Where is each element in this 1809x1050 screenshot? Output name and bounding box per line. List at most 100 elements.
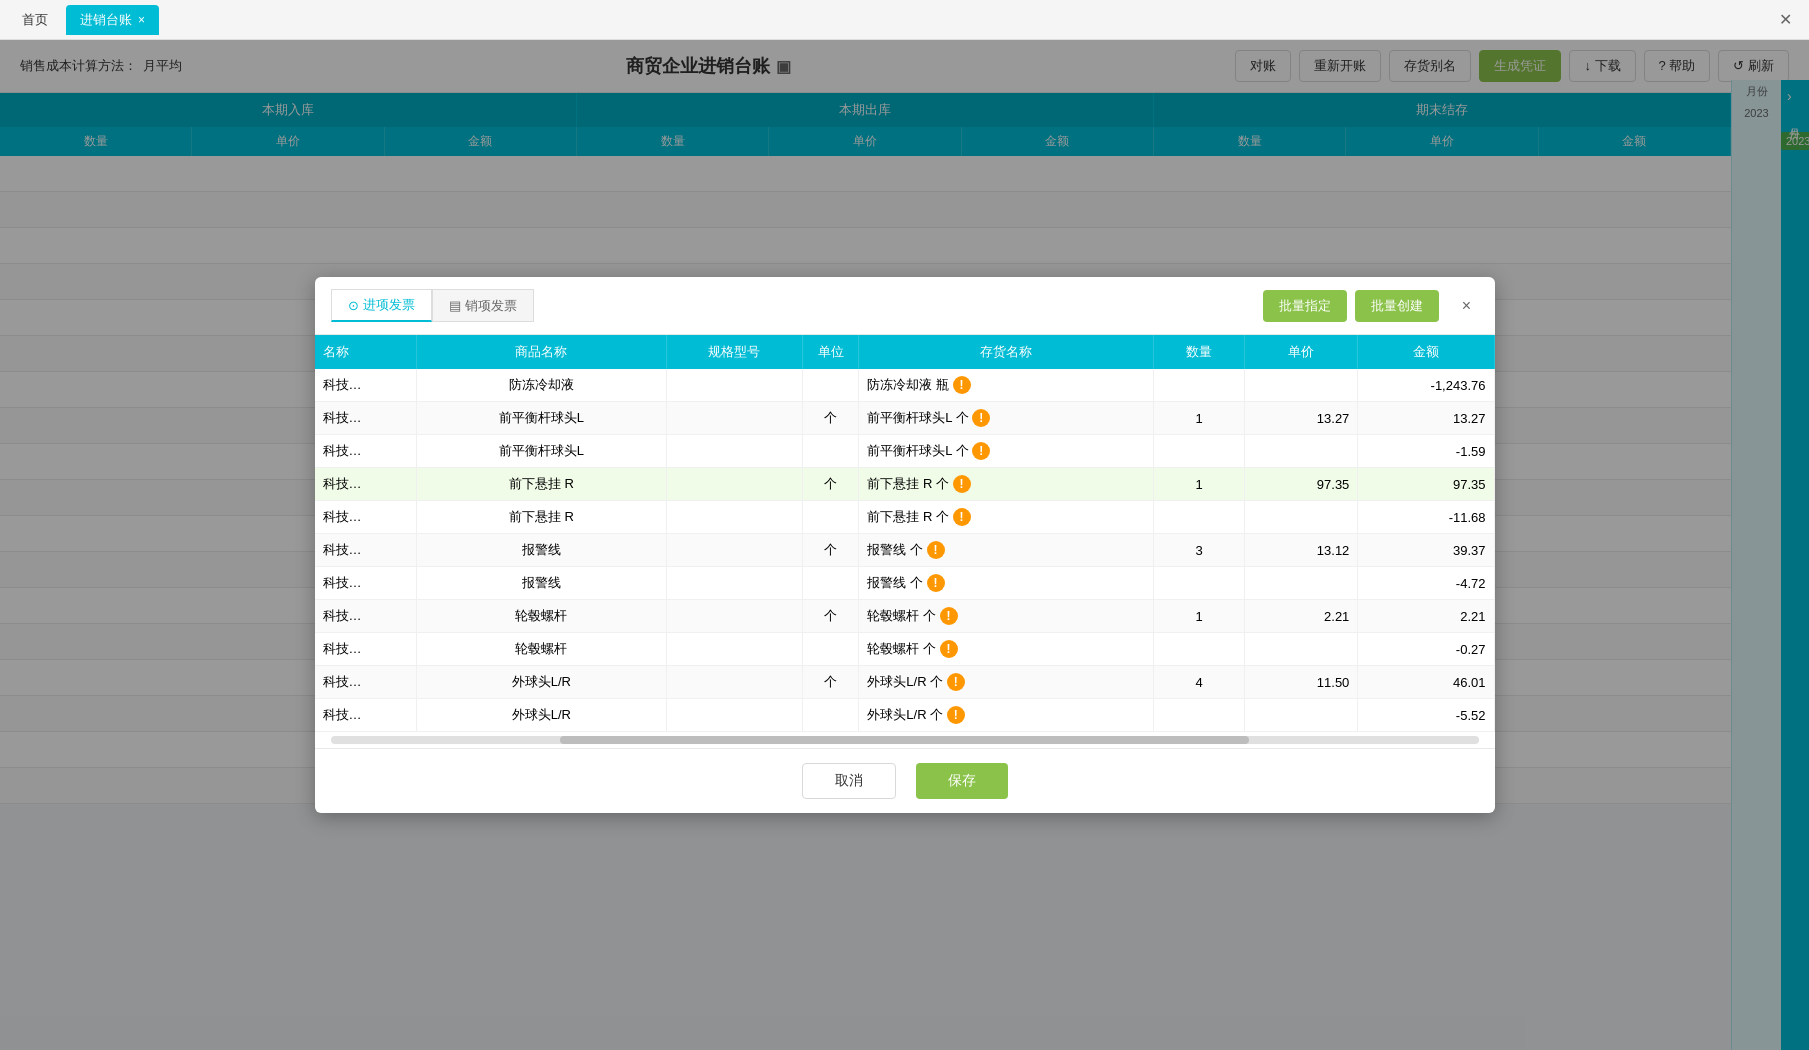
cell-spec	[666, 534, 802, 567]
cell-spec	[666, 633, 802, 666]
tab-active[interactable]: 进销台账 ×	[66, 5, 159, 35]
cell-name: 科技…	[315, 699, 417, 732]
outbound-tab-icon: ▤	[449, 298, 461, 313]
cell-unit	[802, 567, 859, 600]
warning-icon: !	[927, 541, 945, 559]
cell-quantity	[1154, 567, 1245, 600]
warning-icon: !	[972, 409, 990, 427]
invoice-table: 名称 商品名称 规格型号 单位 存货名称 数量 单价 金额 科技… 防冻冷却液	[315, 335, 1495, 732]
cell-unit-price	[1244, 699, 1357, 732]
warning-icon: !	[940, 607, 958, 625]
warning-icon: !	[972, 442, 990, 460]
cell-unit: 个	[802, 600, 859, 633]
cell-product: 报警线	[417, 567, 667, 600]
cell-unit-price: 2.21	[1244, 600, 1357, 633]
cell-quantity	[1154, 369, 1245, 402]
cell-amount: 2.21	[1358, 600, 1494, 633]
cell-name: 科技…	[315, 435, 417, 468]
col-header-stock: 存货名称	[859, 335, 1154, 369]
col-header-product: 商品名称	[417, 335, 667, 369]
modal-table: 名称 商品名称 规格型号 单位 存货名称 数量 单价 金额 科技… 防冻冷却液	[315, 335, 1495, 732]
table-row: 科技… 前平衡杆球头L 个 前平衡杆球头L 个 ! 1 13.27 13.27	[315, 402, 1495, 435]
cell-quantity	[1154, 435, 1245, 468]
cell-stock: 报警线 个 !	[859, 567, 1154, 600]
table-row: 科技… 前平衡杆球头L 前平衡杆球头L 个 ! -1.59	[315, 435, 1495, 468]
cell-unit-price	[1244, 435, 1357, 468]
cell-amount: -5.52	[1358, 699, 1494, 732]
tab-close-icon[interactable]: ×	[138, 13, 145, 27]
modal-header: ⊙ 进项发票 ▤ 销项发票 批量指定 批量创建 ×	[315, 277, 1495, 335]
inbound-tab-icon: ⊙	[348, 298, 359, 313]
tab-inbound-invoice[interactable]: ⊙ 进项发票	[331, 289, 432, 322]
tab-home[interactable]: 首页	[8, 5, 62, 35]
cell-unit: 个	[802, 534, 859, 567]
cell-unit-price	[1244, 501, 1357, 534]
table-row: 科技… 轮毂螺杆 个 轮毂螺杆 个 ! 1 2.21 2.21	[315, 600, 1495, 633]
cell-unit: 个	[802, 402, 859, 435]
cell-stock: 前下悬挂 R 个 !	[859, 501, 1154, 534]
cell-stock: 前平衡杆球头L 个 !	[859, 402, 1154, 435]
cell-quantity: 3	[1154, 534, 1245, 567]
cell-quantity: 1	[1154, 468, 1245, 501]
modal-footer: 取消 保存	[315, 748, 1495, 813]
table-row: 科技… 轮毂螺杆 轮毂螺杆 个 ! -0.27	[315, 633, 1495, 666]
cell-stock: 轮毂螺杆 个 !	[859, 600, 1154, 633]
cell-unit-price: 97.35	[1244, 468, 1357, 501]
cancel-button[interactable]: 取消	[802, 763, 896, 799]
modal-tabs: ⊙ 进项发票 ▤ 销项发票	[331, 289, 534, 322]
modal-horizontal-scrollbar[interactable]	[331, 736, 1479, 744]
cell-unit	[802, 435, 859, 468]
cell-unit-price	[1244, 369, 1357, 402]
cell-unit	[802, 699, 859, 732]
col-header-unit: 单位	[802, 335, 859, 369]
cell-quantity: 4	[1154, 666, 1245, 699]
batch-assign-button[interactable]: 批量指定	[1263, 290, 1347, 322]
warning-icon: !	[953, 475, 971, 493]
table-row: 科技… 防冻冷却液 防冻冷却液 瓶 ! -1,243.76	[315, 369, 1495, 402]
table-row: 科技… 外球头L/R 外球头L/R 个 ! -5.52	[315, 699, 1495, 732]
cell-unit-price: 13.27	[1244, 402, 1357, 435]
cell-product: 前下悬挂 R	[417, 501, 667, 534]
cell-product: 外球头L/R	[417, 699, 667, 732]
cell-unit: 个	[802, 666, 859, 699]
cell-amount: 39.37	[1358, 534, 1494, 567]
warning-icon: !	[947, 706, 965, 724]
cell-unit	[802, 633, 859, 666]
warning-icon: !	[947, 673, 965, 691]
cell-name: 科技…	[315, 402, 417, 435]
cell-name: 科技…	[315, 468, 417, 501]
table-row: 科技… 前下悬挂 R 前下悬挂 R 个 ! -11.68	[315, 501, 1495, 534]
cell-spec	[666, 600, 802, 633]
cell-stock: 报警线 个 !	[859, 534, 1154, 567]
modal-close-button[interactable]: ×	[1455, 294, 1479, 318]
cell-amount: 97.35	[1358, 468, 1494, 501]
save-button[interactable]: 保存	[916, 763, 1008, 799]
col-header-amount: 金额	[1358, 335, 1494, 369]
cell-product: 轮毂螺杆	[417, 633, 667, 666]
cell-product: 前下悬挂 R	[417, 468, 667, 501]
cell-quantity: 1	[1154, 402, 1245, 435]
cell-stock: 外球头L/R 个 !	[859, 699, 1154, 732]
cell-product: 前平衡杆球头L	[417, 402, 667, 435]
cell-spec	[666, 435, 802, 468]
cell-name: 科技…	[315, 534, 417, 567]
cell-stock: 防冻冷却液 瓶 !	[859, 369, 1154, 402]
cell-spec	[666, 666, 802, 699]
cell-unit	[802, 501, 859, 534]
cell-spec	[666, 468, 802, 501]
cell-quantity: 1	[1154, 600, 1245, 633]
cell-product: 前平衡杆球头L	[417, 435, 667, 468]
modal-header-buttons: 批量指定 批量创建	[1263, 290, 1439, 322]
tab-outbound-invoice[interactable]: ▤ 销项发票	[432, 289, 534, 322]
cell-name: 科技…	[315, 666, 417, 699]
cell-name: 科技…	[315, 600, 417, 633]
cell-spec	[666, 402, 802, 435]
cell-amount: -4.72	[1358, 567, 1494, 600]
modal-dialog: ⊙ 进项发票 ▤ 销项发票 批量指定 批量创建 ×	[315, 277, 1495, 813]
cell-unit-price: 13.12	[1244, 534, 1357, 567]
window-close-button[interactable]: ✕	[1769, 4, 1801, 36]
col-header-name: 名称	[315, 335, 417, 369]
cell-quantity	[1154, 699, 1245, 732]
batch-create-button[interactable]: 批量创建	[1355, 290, 1439, 322]
cell-amount: -11.68	[1358, 501, 1494, 534]
